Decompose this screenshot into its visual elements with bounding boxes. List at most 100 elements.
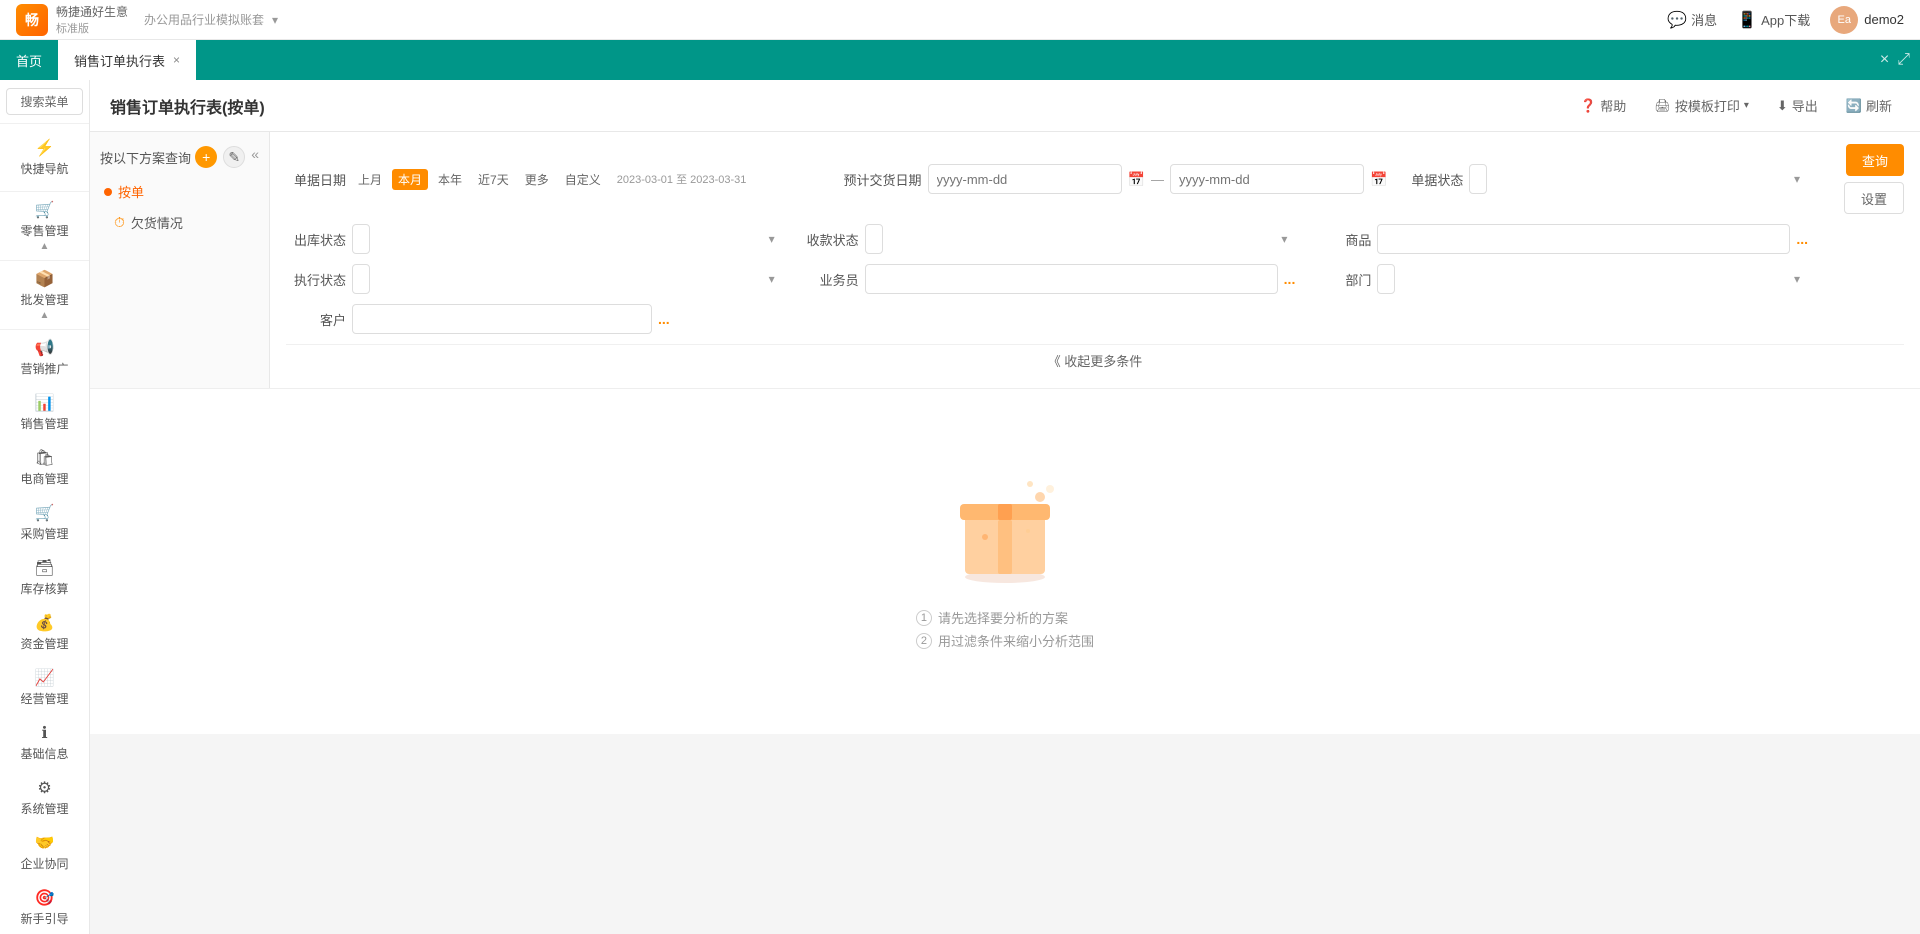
sidebar-item-collab[interactable]: 🤝 企业协同 xyxy=(0,825,89,880)
calendar-icon-2[interactable]: 📅 xyxy=(1370,171,1387,188)
empty-tips: 1 请先选择要分析的方案 2 用过滤条件来缩小分析范围 xyxy=(916,608,1094,654)
settings-button[interactable]: 设置 xyxy=(1844,182,1904,214)
sidebar-item-retail[interactable]: 🛒 零售管理 ▲ xyxy=(0,192,89,260)
sidebar-item-inventory[interactable]: 🗃 库存核算 xyxy=(0,550,89,605)
help-button[interactable]: ❓ 帮助 xyxy=(1572,92,1634,119)
export-icon: ⬇ xyxy=(1777,98,1788,114)
collect-status-select-wrapper xyxy=(865,224,1296,254)
app-subtitle: 标准版 xyxy=(56,20,128,36)
app-download-button[interactable]: 📱 App下载 xyxy=(1737,10,1810,30)
user-area[interactable]: Ea demo2 xyxy=(1830,6,1904,34)
filter-left-header: 按以下方案查询 + ✎ « xyxy=(90,142,269,176)
main-layout: 搜索菜单 ⚡ 快捷导航 🛒 零售管理 ▲ 📦 批发管理 ▲ 📢 营销推广 xyxy=(0,80,1920,934)
print-icon: 🖨 xyxy=(1654,98,1671,114)
out-status-field: 出库状态 xyxy=(286,224,783,254)
topbar: 畅 畅捷通好生意 标准版 办公用品行业模拟账套 ▾ 💬 消息 📱 App下载 E… xyxy=(0,0,1920,40)
customer-ellipsis-button[interactable]: ... xyxy=(658,311,670,327)
window-close-icon[interactable]: × xyxy=(1880,51,1889,69)
window-max-icon[interactable]: ⤢ xyxy=(1897,51,1910,69)
date-tab-7days[interactable]: 近7天 xyxy=(472,169,515,190)
exec-status-select[interactable] xyxy=(352,264,370,294)
empty-tip-2: 2 用过滤条件来缩小分析范围 xyxy=(916,631,1094,650)
page-header: 销售订单执行表(按单) ❓ 帮助 🖨 按模板打印 ▾ ⬇ 导出 🔄 刷新 xyxy=(90,80,1920,132)
sidebar-item-wholesale[interactable]: 📦 批发管理 ▲ xyxy=(0,261,89,329)
date-tab-custom[interactable]: 自定义 xyxy=(559,169,607,190)
dept-label: 部门 xyxy=(1311,270,1371,289)
dept-select[interactable] xyxy=(1377,264,1395,294)
print-button[interactable]: 🖨 按模板打印 ▾ xyxy=(1646,92,1757,119)
sidebar-item-system[interactable]: ⚙ 系统管理 xyxy=(0,770,89,825)
search-menu-button[interactable]: 搜索菜单 xyxy=(6,88,83,115)
goods-field: 商品 ... xyxy=(1311,224,1808,254)
date-tab-last-month[interactable]: 上月 xyxy=(352,169,388,190)
sidebar-item-purchase[interactable]: 🛒 采购管理 xyxy=(0,495,89,550)
sidebar-item-basic-info[interactable]: ℹ 基础信息 xyxy=(0,715,89,770)
filter-row-1: 单据日期 上月 本月 本年 近7天 更多 自定义 2023-03-01 至 20… xyxy=(286,144,1904,214)
doc-status-select[interactable] xyxy=(1469,164,1487,194)
predict-date-label: 预计交货日期 xyxy=(842,170,922,189)
topbar-left: 畅 畅捷通好生意 标准版 办公用品行业模拟账套 ▾ xyxy=(16,3,278,36)
app-info: 畅捷通好生意 标准版 xyxy=(56,3,128,36)
date-tab-more[interactable]: 更多 xyxy=(519,169,555,190)
sidebar-group-wholesale: 📦 批发管理 ▲ xyxy=(0,261,89,330)
sidebar-item-marketing[interactable]: 📢 营销推广 xyxy=(0,330,89,385)
sidebar-item-finance[interactable]: 💰 资金管理 xyxy=(0,605,89,660)
sidebar-search-area: 搜索菜单 xyxy=(0,80,89,124)
export-button[interactable]: ⬇ 导出 xyxy=(1769,92,1826,119)
purchase-icon: 🛒 xyxy=(35,503,55,523)
customer-input[interactable] xyxy=(352,304,652,334)
salesman-input[interactable] xyxy=(865,264,1278,294)
sidebar: 搜索菜单 ⚡ 快捷导航 🛒 零售管理 ▲ 📦 批发管理 ▲ 📢 营销推广 xyxy=(0,80,90,934)
customer-field: 客户 ... xyxy=(286,304,788,334)
sidebar-item-sales[interactable]: 📊 销售管理 xyxy=(0,385,89,440)
filter-option-order[interactable]: 按单 xyxy=(90,176,269,207)
date-tabs: 上月 本月 本年 近7天 更多 自定义 xyxy=(352,169,607,190)
filter-option-shortage[interactable]: ⏱ 欠货情况 xyxy=(90,207,269,238)
calendar-icon-1[interactable]: 📅 xyxy=(1128,171,1145,188)
customer-label: 客户 xyxy=(286,310,346,329)
out-status-select[interactable] xyxy=(352,224,370,254)
salesman-field: 业务员 ... xyxy=(799,264,1296,294)
sidebar-item-ecommerce[interactable]: 🛍 电商管理 xyxy=(0,440,89,495)
date-tab-this-month[interactable]: 本月 xyxy=(392,169,428,190)
filter-form: 单据日期 上月 本月 本年 近7天 更多 自定义 2023-03-01 至 20… xyxy=(270,132,1920,388)
goods-input[interactable] xyxy=(1377,224,1790,254)
collapse-button[interactable]: « xyxy=(251,146,259,168)
empty-tip-1: 1 请先选择要分析的方案 xyxy=(916,608,1094,627)
page-actions: ❓ 帮助 🖨 按模板打印 ▾ ⬇ 导出 🔄 刷新 xyxy=(1572,92,1900,119)
tab-bar: 首页 销售订单执行表 × × ⤢ xyxy=(0,40,1920,80)
refresh-button[interactable]: 🔄 刷新 xyxy=(1838,92,1900,119)
sidebar-item-quick-nav[interactable]: ⚡ 快捷导航 xyxy=(0,130,89,185)
out-status-label: 出库状态 xyxy=(286,230,346,249)
collect-status-field: 收款状态 xyxy=(799,224,1296,254)
sidebar-quick-nav: ⚡ 快捷导航 xyxy=(0,124,89,192)
message-button[interactable]: 💬 消息 xyxy=(1667,10,1717,30)
collect-status-label: 收款状态 xyxy=(799,230,859,249)
avatar: Ea xyxy=(1830,6,1858,34)
tab-home[interactable]: 首页 xyxy=(0,40,58,80)
edit-scheme-button[interactable]: ✎ xyxy=(223,146,245,168)
basic-info-icon: ℹ xyxy=(41,723,47,743)
goods-ellipsis-button[interactable]: ... xyxy=(1796,231,1808,247)
tab-close-icon[interactable]: × xyxy=(173,53,180,67)
add-scheme-button[interactable]: + xyxy=(195,146,217,168)
sidebar-item-operations[interactable]: 📈 经营管理 xyxy=(0,660,89,715)
sidebar-item-onboarding[interactable]: 🎯 新手引导 xyxy=(0,880,89,934)
marketing-icon: 📢 xyxy=(35,338,55,358)
collect-status-select[interactable] xyxy=(865,224,883,254)
wholesale-arrow: ▲ xyxy=(40,310,50,321)
tab-sales-order[interactable]: 销售订单执行表 × xyxy=(58,40,196,80)
doc-status-field: 单据状态 xyxy=(1403,164,1808,194)
predict-date-end[interactable] xyxy=(1170,164,1364,194)
salesman-ellipsis-button[interactable]: ... xyxy=(1284,271,1296,287)
predict-date-start[interactable] xyxy=(928,164,1122,194)
breadcrumb-arrow[interactable]: ▾ xyxy=(272,13,278,27)
date-tab-this-year[interactable]: 本年 xyxy=(432,169,468,190)
search-actions: 查询 设置 xyxy=(1824,144,1904,214)
collapse-conditions-button[interactable]: 《 收起更多条件 xyxy=(286,344,1904,376)
page-title: 销售订单执行表(按单) xyxy=(110,94,265,118)
filter-row-3: 执行状态 业务员 ... xyxy=(286,264,1904,294)
help-icon: ❓ xyxy=(1580,98,1596,114)
search-button[interactable]: 查询 xyxy=(1846,144,1904,176)
content-area: 销售订单执行表(按单) ❓ 帮助 🖨 按模板打印 ▾ ⬇ 导出 🔄 刷新 xyxy=(90,80,1920,934)
